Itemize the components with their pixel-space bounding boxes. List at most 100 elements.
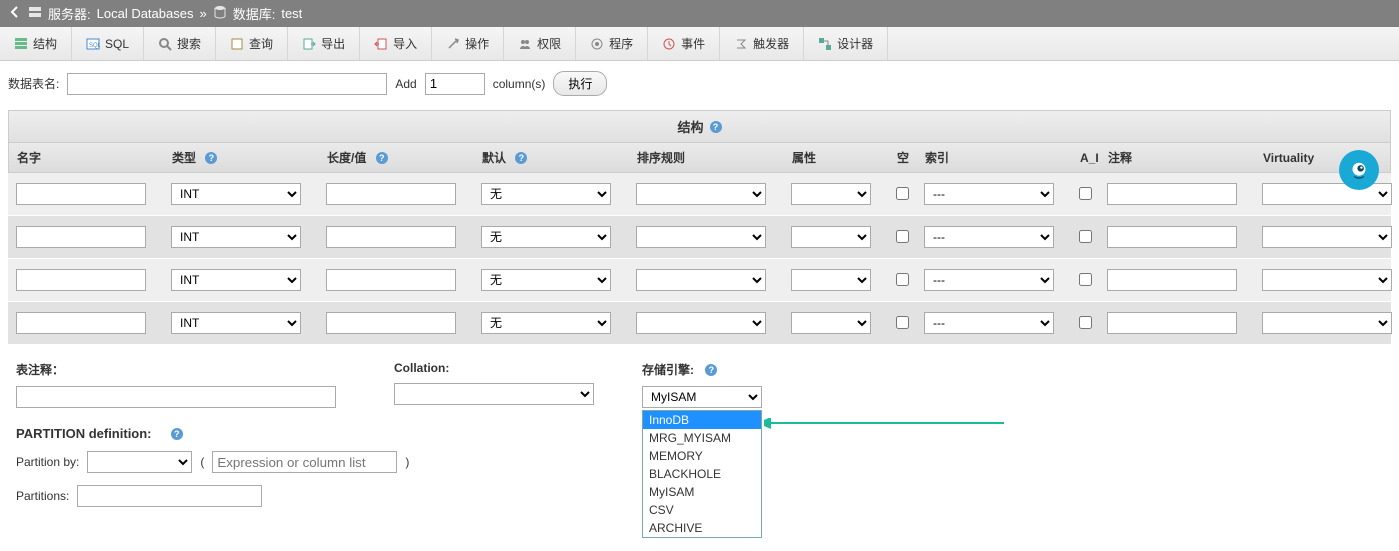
partition-expression-input[interactable]: [212, 451, 397, 473]
table-meta: 表注释： Collation: 存储引擎: ? MyISAM InnoDB MR…: [8, 361, 1391, 408]
index-select[interactable]: ---: [924, 269, 1054, 291]
engine-dropdown: InnoDB MRG_MYISAM MEMORY BLACKHOLE MyISA…: [642, 410, 762, 538]
type-select[interactable]: INT: [171, 226, 301, 248]
column-headers: 名字 类型 ? 长度/值 ? 默认 ? 排序规则 属性 空 索引 A_I 注释 …: [8, 143, 1391, 173]
server-link[interactable]: Local Databases: [97, 6, 194, 21]
tab-label: 导入: [393, 35, 417, 52]
type-select[interactable]: INT: [171, 183, 301, 205]
length-input[interactable]: [326, 312, 456, 334]
name-input[interactable]: [16, 269, 146, 291]
tab-designer[interactable]: 设计器: [804, 27, 888, 60]
ai-checkbox[interactable]: [1079, 230, 1092, 243]
help-icon[interactable]: ?: [171, 428, 183, 440]
ai-checkbox[interactable]: [1079, 273, 1092, 286]
virtuality-select[interactable]: [1262, 183, 1392, 205]
db-label: 数据库:: [233, 4, 276, 23]
name-input[interactable]: [16, 226, 146, 248]
paren: ): [405, 455, 409, 469]
storage-engine-select[interactable]: MyISAM: [642, 386, 762, 408]
tab-sql[interactable]: SQLSQL: [72, 27, 144, 60]
comments-input[interactable]: [1107, 269, 1237, 291]
partitions-label: Partitions:: [16, 489, 69, 503]
comments-input[interactable]: [1107, 183, 1237, 205]
virtuality-select[interactable]: [1262, 312, 1392, 334]
index-select[interactable]: ---: [924, 183, 1054, 205]
default-select[interactable]: 无: [481, 269, 611, 291]
go-button[interactable]: 执行: [553, 71, 607, 96]
paren: (: [200, 455, 204, 469]
help-icon[interactable]: ?: [705, 364, 717, 376]
tab-privileges[interactable]: 权限: [504, 27, 576, 60]
designer-icon: [818, 37, 832, 51]
assistant-widget[interactable]: [1339, 150, 1379, 190]
collation-select[interactable]: [636, 269, 766, 291]
type-select[interactable]: INT: [171, 312, 301, 334]
help-icon[interactable]: ?: [205, 152, 217, 164]
comments-input[interactable]: [1107, 312, 1237, 334]
tab-operations[interactable]: 操作: [432, 27, 504, 60]
table-comment-input[interactable]: [16, 386, 336, 408]
index-select[interactable]: ---: [924, 226, 1054, 248]
collation-select[interactable]: [636, 183, 766, 205]
columns-label: column(s): [493, 77, 546, 91]
length-input[interactable]: [326, 183, 456, 205]
events-icon: [662, 37, 676, 51]
add-count-input[interactable]: [425, 73, 485, 95]
table-name-input[interactable]: [67, 73, 387, 95]
null-checkbox[interactable]: [896, 316, 909, 329]
toolbar: 结构 SQLSQL 搜索 查询 导出 导入 操作 权限 程序 事件 触发器 设计…: [0, 27, 1399, 61]
name-input[interactable]: [16, 183, 146, 205]
collation-select[interactable]: [394, 383, 594, 405]
length-input[interactable]: [326, 226, 456, 248]
tab-triggers[interactable]: 触发器: [720, 27, 804, 60]
type-select[interactable]: INT: [171, 269, 301, 291]
engine-option[interactable]: InnoDB: [643, 411, 761, 429]
col-comments: 注释: [1108, 149, 1263, 166]
tab-routines[interactable]: 程序: [576, 27, 648, 60]
help-icon[interactable]: ?: [710, 121, 722, 133]
server-icon: [28, 5, 42, 22]
engine-option[interactable]: ARCHIVE: [643, 519, 761, 537]
engine-option[interactable]: MEMORY: [643, 447, 761, 465]
collation-select[interactable]: [636, 312, 766, 334]
partition-by-select[interactable]: [87, 451, 192, 473]
engine-option[interactable]: CSV: [643, 501, 761, 519]
back-arrow-icon[interactable]: [8, 5, 22, 22]
tab-import[interactable]: 导入: [360, 27, 432, 60]
routines-icon: [590, 37, 604, 51]
engine-option[interactable]: MRG_MYISAM: [643, 429, 761, 447]
tab-query[interactable]: 查询: [216, 27, 288, 60]
db-link[interactable]: test: [281, 6, 302, 21]
tab-export[interactable]: 导出: [288, 27, 360, 60]
attributes-select[interactable]: [791, 312, 871, 334]
collation-select[interactable]: [636, 226, 766, 248]
tab-structure[interactable]: 结构: [0, 27, 72, 60]
breadcrumb-sep: »: [199, 6, 206, 21]
default-select[interactable]: 无: [481, 312, 611, 334]
engine-option[interactable]: MyISAM: [643, 483, 761, 501]
tab-label: 触发器: [753, 35, 789, 52]
virtuality-select[interactable]: [1262, 269, 1392, 291]
engine-option[interactable]: BLACKHOLE: [643, 465, 761, 483]
comments-input[interactable]: [1107, 226, 1237, 248]
help-icon[interactable]: ?: [515, 152, 527, 164]
tab-label: 操作: [465, 35, 489, 52]
null-checkbox[interactable]: [896, 273, 909, 286]
name-input[interactable]: [16, 312, 146, 334]
ai-checkbox[interactable]: [1079, 187, 1092, 200]
attributes-select[interactable]: [791, 183, 871, 205]
length-input[interactable]: [326, 269, 456, 291]
default-select[interactable]: 无: [481, 183, 611, 205]
default-select[interactable]: 无: [481, 226, 611, 248]
null-checkbox[interactable]: [896, 187, 909, 200]
attributes-select[interactable]: [791, 226, 871, 248]
ai-checkbox[interactable]: [1079, 316, 1092, 329]
tab-events[interactable]: 事件: [648, 27, 720, 60]
partitions-input[interactable]: [77, 485, 262, 507]
attributes-select[interactable]: [791, 269, 871, 291]
virtuality-select[interactable]: [1262, 226, 1392, 248]
help-icon[interactable]: ?: [376, 152, 388, 164]
index-select[interactable]: ---: [924, 312, 1054, 334]
tab-search[interactable]: 搜索: [144, 27, 216, 60]
null-checkbox[interactable]: [896, 230, 909, 243]
